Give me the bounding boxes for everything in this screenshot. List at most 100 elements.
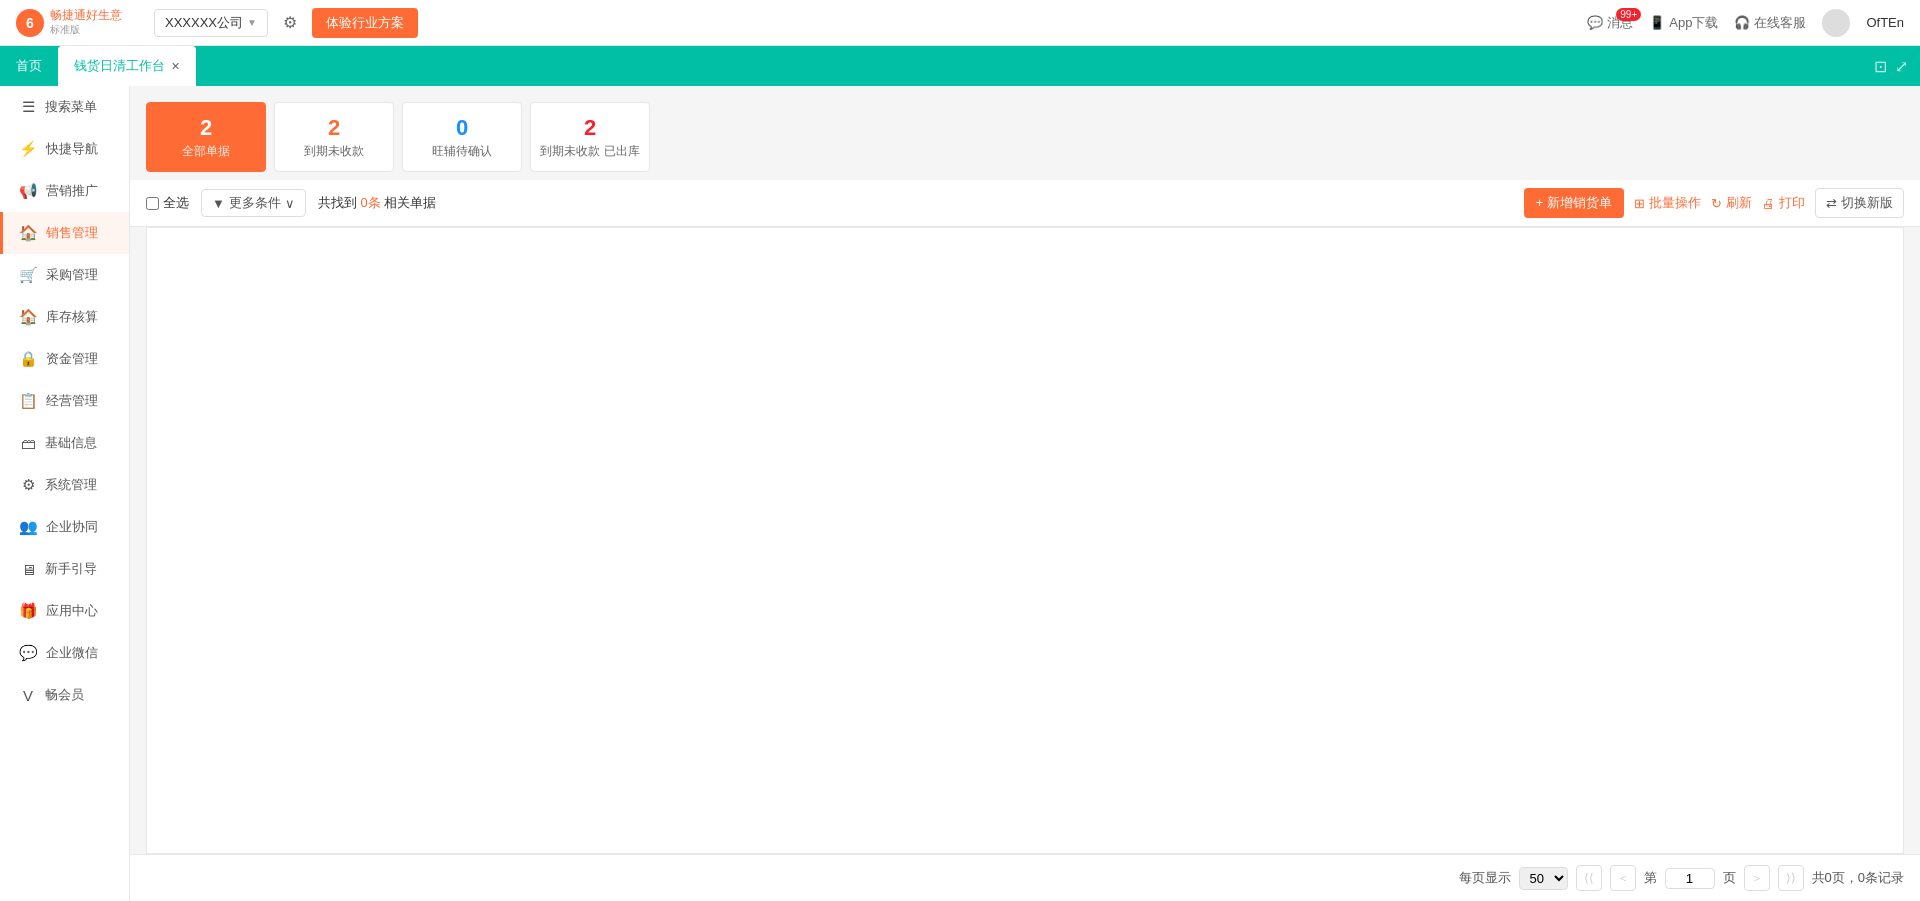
batch-operation-button[interactable]: ⊞ 批量操作: [1634, 194, 1701, 212]
sidebar-item-operations[interactable]: 📋 经营管理: [0, 380, 129, 422]
sidebar-quicknav-label: 快捷导航: [46, 140, 98, 158]
card-overdue-label: 到期未收款: [304, 143, 364, 160]
sidebar-item-basic-info[interactable]: 🗃 基础信息: [0, 422, 129, 464]
finance-icon: 🔒: [19, 350, 38, 368]
toolbar-right: + 新增销货单 ⊞ 批量操作 ↻ 刷新 🖨 打印 ⇄ 切换新版: [1524, 188, 1904, 218]
sidebar-item-newbie[interactable]: 🖥 新手引导: [0, 548, 129, 590]
card-overdue-shipped-label: 到期未收款 已出库: [540, 143, 639, 160]
newbie-icon: 🖥: [19, 561, 37, 578]
content-area: 2 全部单据 2 到期未收款 0 旺辅待确认 2 到期未收款 已出库 全选: [130, 86, 1920, 901]
app-download-button[interactable]: 📱 App下载: [1649, 14, 1718, 32]
message-badge: 99+: [1616, 8, 1641, 21]
sidebar-operations-label: 经营管理: [46, 392, 98, 410]
sidebar-search-label: 搜索菜单: [45, 98, 97, 116]
message-button[interactable]: 💬 消息 99+: [1587, 14, 1633, 32]
sidebar-wechat-label: 企业微信: [46, 644, 98, 662]
sidebar-marketing-label: 营销推广: [46, 182, 98, 200]
tab-workbench-label: 钱货日清工作台: [74, 57, 165, 75]
top-header: 6 畅捷通好生意 标准版 XXXXXX公司 ▼ ⚙ 体验行业方案 💬 消息 99…: [0, 0, 1920, 46]
print-button[interactable]: 🖨 打印: [1762, 194, 1805, 212]
filter-chevron-icon: ∨: [285, 196, 295, 211]
service-icon: 🎧: [1734, 15, 1750, 30]
card-wangfu-number: 0: [456, 115, 468, 141]
logo-icon: 6: [16, 9, 44, 37]
select-all-label: 全选: [163, 194, 189, 212]
switch-version-button[interactable]: ⇄ 切换新版: [1815, 188, 1904, 218]
sidebar-finance-label: 资金管理: [46, 350, 98, 368]
card-overdue-number: 2: [328, 115, 340, 141]
tab-work-bench[interactable]: 钱货日清工作台 ✕: [58, 46, 196, 86]
basic-info-icon: 🗃: [19, 435, 37, 452]
main-layout: ☰ 搜索菜单 ⚡ 快捷导航 📢 营销推广 🏠 销售管理 🛒 采购管理 🏠 库存核…: [0, 86, 1920, 901]
sidebar-item-search[interactable]: ☰ 搜索菜单: [0, 86, 129, 128]
sidebar-basicinfo-label: 基础信息: [45, 434, 97, 452]
sidebar-system-label: 系统管理: [45, 476, 97, 494]
sidebar-item-quicknav[interactable]: ⚡ 快捷导航: [0, 128, 129, 170]
download-icon: 📱: [1649, 15, 1665, 30]
page-next-button[interactable]: ＞: [1744, 865, 1770, 891]
sidebar-item-app-center[interactable]: 🎁 应用中心: [0, 590, 129, 632]
select-all-input[interactable]: [146, 197, 159, 210]
sidebar-member-label: 畅会员: [45, 686, 84, 704]
pagination: 每页显示 50 ⟨⟨ ＜ 第 页 ＞ ⟩⟩ 共0页，0条记录: [130, 854, 1920, 901]
sidebar-item-finance[interactable]: 🔒 资金管理: [0, 338, 129, 380]
filter-button[interactable]: ▼ 更多条件 ∨: [201, 189, 306, 217]
app-download-label: App下载: [1669, 14, 1718, 32]
sidebar-item-sales[interactable]: 🏠 销售管理: [0, 212, 129, 254]
sidebar-newbie-label: 新手引导: [45, 560, 97, 578]
card-wangfu-label: 旺辅待确认: [432, 143, 492, 160]
operations-icon: 📋: [19, 392, 38, 410]
tab-expand-icon[interactable]: ⤢: [1895, 57, 1908, 76]
purchase-icon: 🛒: [19, 266, 38, 284]
refresh-button[interactable]: ↻ 刷新: [1711, 194, 1752, 212]
tab-close-icon[interactable]: ✕: [171, 60, 180, 73]
page-number-input[interactable]: [1665, 868, 1715, 889]
batch-icon: ⊞: [1634, 196, 1645, 211]
page-last-button[interactable]: ⟩⟩: [1778, 865, 1804, 891]
system-icon: ⚙: [19, 476, 37, 494]
online-service-button[interactable]: 🎧 在线客服: [1734, 14, 1806, 32]
per-page-select[interactable]: 50: [1519, 867, 1568, 890]
quicknav-icon: ⚡: [19, 140, 38, 158]
found-count: 0条: [361, 195, 381, 210]
select-all-checkbox[interactable]: 全选: [146, 194, 189, 212]
settings-button[interactable]: ⚙: [276, 9, 304, 37]
tab-home[interactable]: 首页: [0, 46, 58, 86]
card-wangfu[interactable]: 0 旺辅待确认: [402, 102, 522, 172]
inventory-icon: 🏠: [19, 308, 38, 326]
app-center-icon: 🎁: [19, 602, 38, 620]
card-all-label: 全部单据: [182, 143, 230, 160]
sidebar-item-purchase[interactable]: 🛒 采购管理: [0, 254, 129, 296]
header-right: 💬 消息 99+ 📱 App下载 🎧 在线客服 OfTEn: [1587, 9, 1904, 37]
sidebar-item-wechat[interactable]: 💬 企业微信: [0, 632, 129, 674]
logo-text: 畅捷通好生意: [50, 8, 122, 24]
sidebar-purchase-label: 采购管理: [46, 266, 98, 284]
sidebar-item-enterprise[interactable]: 👥 企业协同: [0, 506, 129, 548]
member-icon: V: [19, 687, 37, 704]
table-area: [146, 227, 1904, 854]
card-all-number: 2: [200, 115, 212, 141]
card-all[interactable]: 2 全部单据: [146, 102, 266, 172]
summary-cards: 2 全部单据 2 到期未收款 0 旺辅待确认 2 到期未收款 已出库: [130, 86, 1920, 180]
tab-minimize-icon[interactable]: ⊡: [1874, 57, 1887, 76]
marketing-icon: 📢: [19, 182, 38, 200]
page-suffix: 页: [1723, 869, 1736, 887]
trial-button[interactable]: 体验行业方案: [312, 8, 418, 38]
avatar[interactable]: [1822, 9, 1850, 37]
card-overdue-shipped[interactable]: 2 到期未收款 已出库: [530, 102, 650, 172]
message-icon: 💬: [1587, 15, 1603, 30]
search-menu-icon: ☰: [19, 98, 37, 116]
sidebar-item-inventory[interactable]: 🏠 库存核算: [0, 296, 129, 338]
toolbar-left: 全选 ▼ 更多条件 ∨ 共找到 0条 相关单据: [146, 189, 1512, 217]
card-overdue[interactable]: 2 到期未收款: [274, 102, 394, 172]
sidebar-item-system[interactable]: ⚙ 系统管理: [0, 464, 129, 506]
new-order-button[interactable]: + 新增销货单: [1524, 188, 1624, 218]
page-first-button[interactable]: ⟨⟨: [1576, 865, 1602, 891]
sidebar-inventory-label: 库存核算: [46, 308, 98, 326]
company-selector[interactable]: XXXXXX公司 ▼: [154, 9, 268, 37]
toolbar: 全选 ▼ 更多条件 ∨ 共找到 0条 相关单据 + 新增销货单 ⊞ 批量操作: [130, 180, 1920, 227]
filter-icon: ▼: [212, 196, 225, 211]
sidebar-item-marketing[interactable]: 📢 营销推广: [0, 170, 129, 212]
sidebar-item-member[interactable]: V 畅会员: [0, 674, 129, 716]
page-prev-button[interactable]: ＜: [1610, 865, 1636, 891]
